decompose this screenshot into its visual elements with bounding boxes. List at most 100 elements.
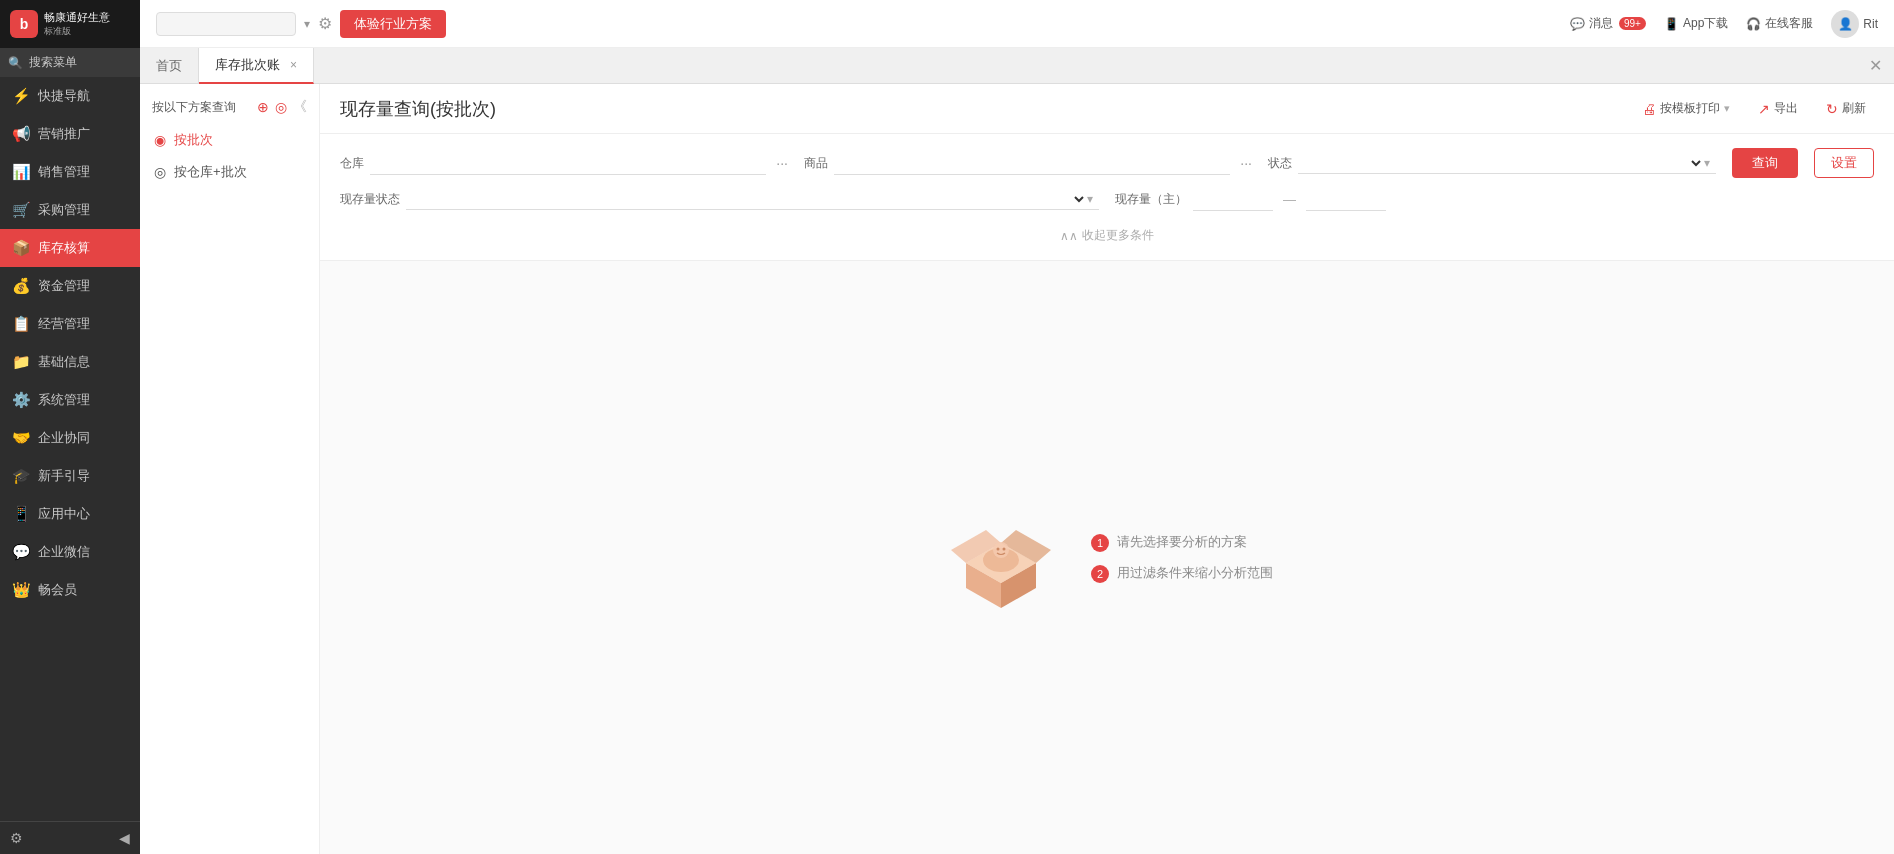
sidebar-item-ops[interactable]: 📋经营管理 bbox=[0, 305, 140, 343]
sidebar-search-label: 搜索菜单 bbox=[29, 54, 77, 71]
sidebar-item-marketing[interactable]: 📢营销推广 bbox=[0, 115, 140, 153]
online-service-btn[interactable]: 🎧 在线客服 bbox=[1746, 15, 1813, 32]
search-icon: 🔍 bbox=[8, 56, 23, 70]
tab-close-right-icon[interactable]: ✕ bbox=[1857, 56, 1894, 75]
refresh-label: 刷新 bbox=[1842, 100, 1866, 117]
sidebar-item-apps[interactable]: 📱应用中心 bbox=[0, 495, 140, 533]
tab-inventory-batch[interactable]: 库存批次账 × bbox=[199, 48, 314, 84]
filter-panel-title: 按以下方案查询 bbox=[152, 99, 236, 116]
print-template-btn[interactable]: 🖨 按模板打印 ▾ bbox=[1634, 96, 1738, 121]
sidebar-item-finance[interactable]: 💰资金管理 bbox=[0, 267, 140, 305]
inventory-status-select[interactable] bbox=[412, 191, 1087, 207]
message-label: 消息 bbox=[1589, 15, 1613, 32]
sidebar-search[interactable]: 🔍 搜索菜单 bbox=[0, 48, 140, 77]
collapse-panel-icon[interactable]: 《 bbox=[293, 98, 307, 116]
sidebar-item-newbie[interactable]: 🎓新手引导 bbox=[0, 457, 140, 495]
empty-hint-2: 2 用过滤条件来缩小分析范围 bbox=[1091, 564, 1273, 583]
app-logo: b bbox=[10, 10, 38, 38]
empty-hint-2-text: 用过滤条件来缩小分析范围 bbox=[1117, 564, 1273, 582]
search-filters: 仓库 ··· 商品 ··· 状态 bbox=[320, 134, 1894, 261]
filter-panel-header: 按以下方案查询 ⊕ ◎ 《 bbox=[140, 94, 319, 124]
status-chevron-icon: ▾ bbox=[1704, 156, 1710, 170]
query-btn[interactable]: 查询 bbox=[1732, 148, 1798, 178]
sidebar-item-member[interactable]: 👑 畅会员 bbox=[0, 571, 140, 609]
sidebar-item-purchase[interactable]: 🛒采购管理 bbox=[0, 191, 140, 229]
sidebar-item-inventory[interactable]: 📦库存核算 bbox=[0, 229, 140, 267]
topbar-gear-icon[interactable]: ⚙ bbox=[318, 14, 332, 33]
main-area: ▾ ⚙ 体验行业方案 💬 消息 99+ 📱 App下载 🎧 在线客服 👤 Rit bbox=[140, 0, 1894, 854]
sidebar-item-label-wechat: 企业微信 bbox=[38, 543, 90, 561]
inventory-status-label: 现存量状态 bbox=[340, 191, 400, 208]
add-scheme-icon[interactable]: ⊕ bbox=[257, 99, 269, 115]
topbar-chevron-icon[interactable]: ▾ bbox=[304, 17, 310, 31]
sidebar-item-system[interactable]: ⚙️系统管理 bbox=[0, 381, 140, 419]
filter-item-by-warehouse-batch[interactable]: ◎ 按仓库+批次 bbox=[140, 156, 319, 188]
sidebar-item-label-apps: 应用中心 bbox=[38, 505, 90, 523]
trial-btn[interactable]: 体验行业方案 bbox=[340, 10, 446, 38]
warehouse-input[interactable] bbox=[370, 152, 766, 175]
svg-point-8 bbox=[997, 547, 1000, 550]
inventory-qty-min[interactable] bbox=[1193, 188, 1273, 211]
app-download-icon: 📱 bbox=[1664, 17, 1679, 31]
inventory-qty-max[interactable] bbox=[1306, 188, 1386, 211]
app-download-label: App下载 bbox=[1683, 15, 1728, 32]
empty-state: 1 请先选择要分析的方案 2 用过滤条件来缩小分析范围 bbox=[320, 261, 1894, 854]
sidebar-item-icon-sales: 📊 bbox=[12, 163, 30, 181]
sidebar-item-label-enterprise: 企业协同 bbox=[38, 429, 90, 447]
sidebar-item-label-inventory: 库存核算 bbox=[38, 239, 90, 257]
sidebar-item-label-marketing: 营销推广 bbox=[38, 125, 90, 143]
product-dots[interactable]: ··· bbox=[1240, 155, 1252, 171]
sidebar-item-enterprise[interactable]: 🤝 企业协同 bbox=[0, 419, 140, 457]
sidebar-item-quick-nav[interactable]: ⚡快捷导航 bbox=[0, 77, 140, 115]
sidebar-item-label-basic: 基础信息 bbox=[38, 353, 90, 371]
status-select[interactable] bbox=[1304, 155, 1704, 171]
sidebar-item-label-member: 畅会员 bbox=[38, 581, 77, 599]
qty-dash: — bbox=[1279, 192, 1300, 207]
page-title: 现存量查询(按批次) bbox=[340, 97, 496, 121]
empty-num-2: 2 bbox=[1091, 565, 1109, 583]
page-header: 现存量查询(按批次) 🖨 按模板打印 ▾ ↗ 导出 ↻ 刷新 bbox=[320, 84, 1894, 134]
message-btn[interactable]: 💬 消息 99+ bbox=[1570, 15, 1646, 32]
filter-row-2: 现存量状态 ▾ 现存量（主） — bbox=[340, 188, 1874, 211]
message-icon: 💬 bbox=[1570, 17, 1585, 31]
collapse-more-label: 收起更多条件 bbox=[1082, 227, 1154, 244]
settings-icon[interactable]: ⚙ bbox=[10, 830, 23, 846]
refresh-btn[interactable]: ↻ 刷新 bbox=[1818, 96, 1874, 121]
product-input[interactable] bbox=[834, 152, 1230, 175]
sidebar-item-icon-enterprise: 🤝 bbox=[12, 429, 30, 447]
sidebar-item-icon-system: ⚙️ bbox=[12, 391, 30, 409]
svg-point-7 bbox=[993, 542, 1009, 558]
collapse-chevron-icon: ∧∧ bbox=[1060, 229, 1078, 243]
tab-inventory-batch-label: 库存批次账 bbox=[215, 56, 280, 74]
sidebar-item-icon-ops: 📋 bbox=[12, 315, 30, 333]
manage-scheme-icon[interactable]: ◎ bbox=[275, 99, 287, 115]
app-version: 标准版 bbox=[44, 25, 110, 38]
inventory-qty-label: 现存量（主） bbox=[1115, 191, 1187, 208]
empty-illustration bbox=[946, 508, 1056, 608]
sidebar-item-sales[interactable]: 📊销售管理 bbox=[0, 153, 140, 191]
empty-hint-1: 1 请先选择要分析的方案 bbox=[1091, 533, 1273, 552]
filter-item-by-batch-label: 按批次 bbox=[174, 131, 213, 149]
print-chevron-icon: ▾ bbox=[1724, 102, 1730, 115]
main-content: 现存量查询(按批次) 🖨 按模板打印 ▾ ↗ 导出 ↻ 刷新 bbox=[320, 84, 1894, 854]
filter-item-by-batch[interactable]: ◉ 按批次 bbox=[140, 124, 319, 156]
app-download-btn[interactable]: 📱 App下载 bbox=[1664, 15, 1728, 32]
tab-close-icon[interactable]: × bbox=[290, 58, 297, 72]
tab-home[interactable]: 首页 bbox=[140, 48, 199, 84]
topbar-search-input[interactable] bbox=[156, 12, 296, 36]
export-btn[interactable]: ↗ 导出 bbox=[1750, 96, 1806, 121]
sidebar-item-icon-wechat: 💬 bbox=[12, 543, 30, 561]
sidebar-item-icon-member: 👑 bbox=[12, 581, 30, 599]
settings-btn[interactable]: 设置 bbox=[1814, 148, 1874, 178]
product-label: 商品 bbox=[804, 155, 828, 172]
sidebar-item-wechat[interactable]: 💬 企业微信 bbox=[0, 533, 140, 571]
user-profile-btn[interactable]: 👤 Rit bbox=[1831, 10, 1878, 38]
collapse-sidebar-icon[interactable]: ◀ bbox=[119, 830, 130, 846]
inventory-status-field: 现存量状态 ▾ bbox=[340, 189, 1099, 210]
sidebar-item-basic[interactable]: 📁基础信息 bbox=[0, 343, 140, 381]
status-label: 状态 bbox=[1268, 155, 1292, 172]
collapse-more-btn[interactable]: ∧∧ 收起更多条件 bbox=[340, 221, 1874, 250]
print-icon: 🖨 bbox=[1642, 101, 1656, 117]
warehouse-dots[interactable]: ··· bbox=[776, 155, 788, 171]
svg-point-9 bbox=[1003, 547, 1006, 550]
